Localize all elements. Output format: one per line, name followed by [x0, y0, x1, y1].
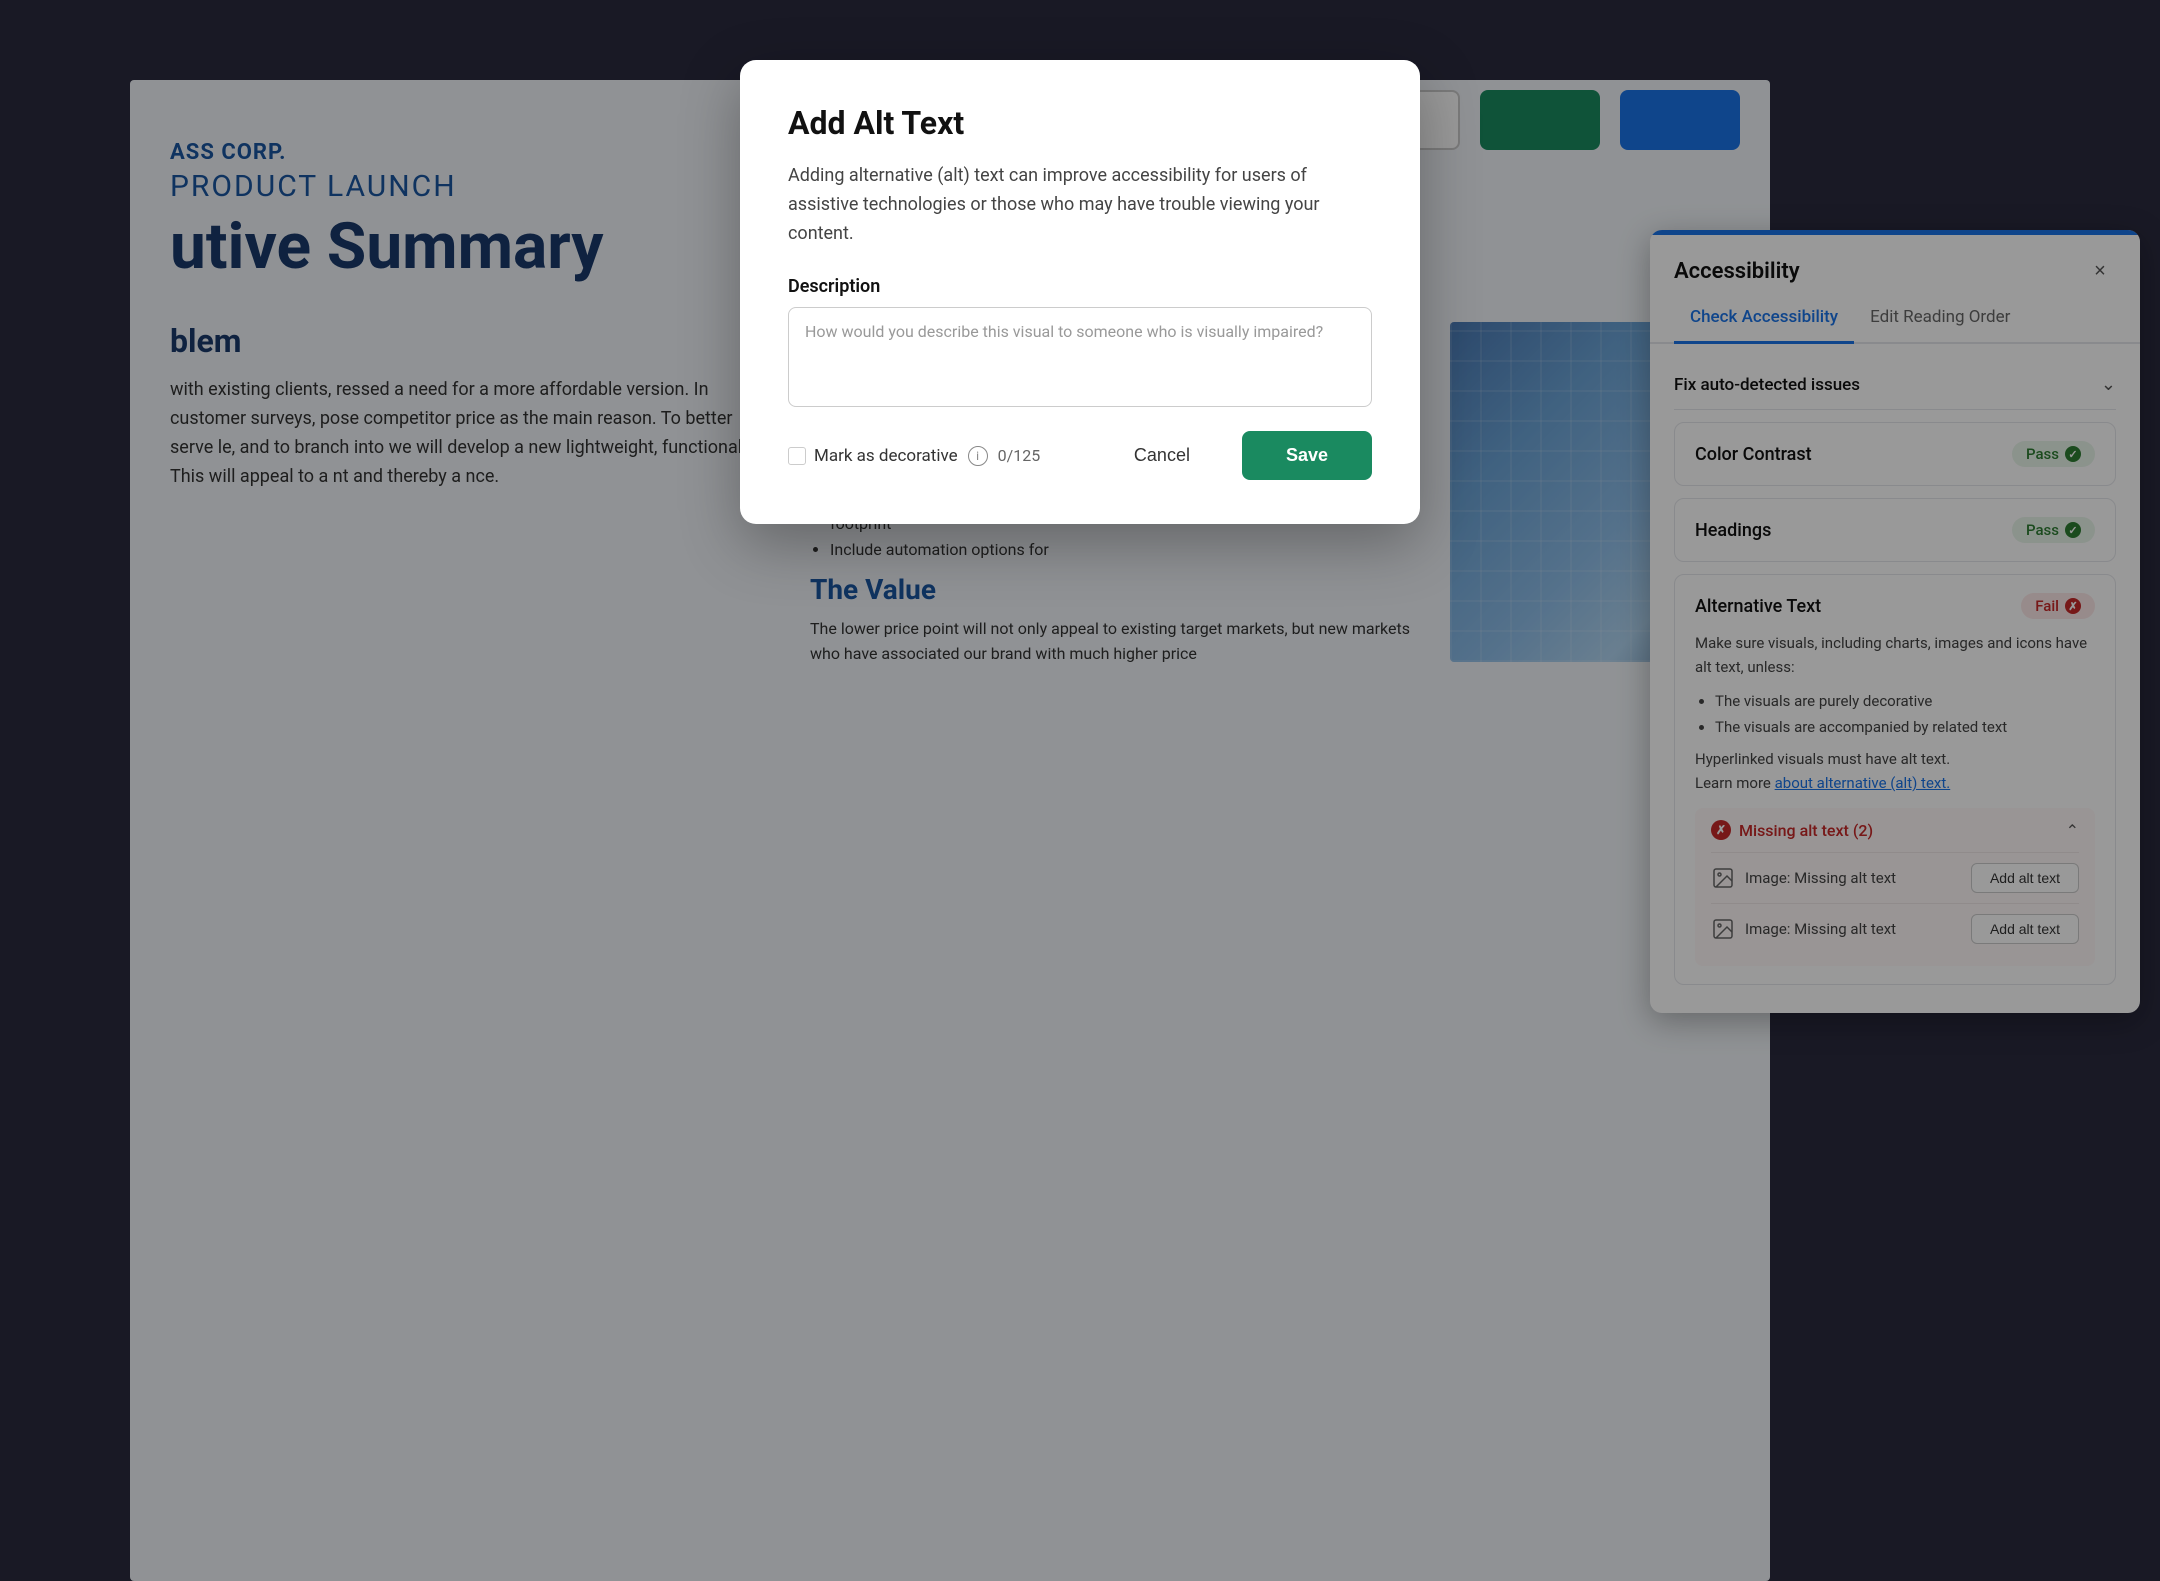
- modal-actions: Cancel Save: [1098, 431, 1372, 480]
- alt-text-input[interactable]: [788, 307, 1372, 407]
- add-alt-text-modal: Add Alt Text Adding alternative (alt) te…: [740, 60, 1420, 524]
- modal-description: Adding alternative (alt) text can improv…: [788, 162, 1372, 248]
- char-count: 0/125: [998, 446, 1041, 465]
- decorative-checkbox-wrapper: Mark as decorative: [788, 446, 958, 466]
- decorative-label: Mark as decorative: [814, 446, 958, 466]
- modal-field-label: Description: [788, 276, 1372, 297]
- modal-footer-left: Mark as decorative i 0/125: [788, 446, 1040, 466]
- modal-overlay: Add Alt Text Adding alternative (alt) te…: [0, 0, 2160, 1581]
- modal-title: Add Alt Text: [788, 104, 1372, 142]
- modal-footer: Mark as decorative i 0/125 Cancel Save: [788, 431, 1372, 480]
- decorative-checkbox[interactable]: [788, 447, 806, 465]
- cancel-button[interactable]: Cancel: [1098, 431, 1226, 480]
- save-button[interactable]: Save: [1242, 431, 1372, 480]
- info-icon[interactable]: i: [968, 446, 988, 466]
